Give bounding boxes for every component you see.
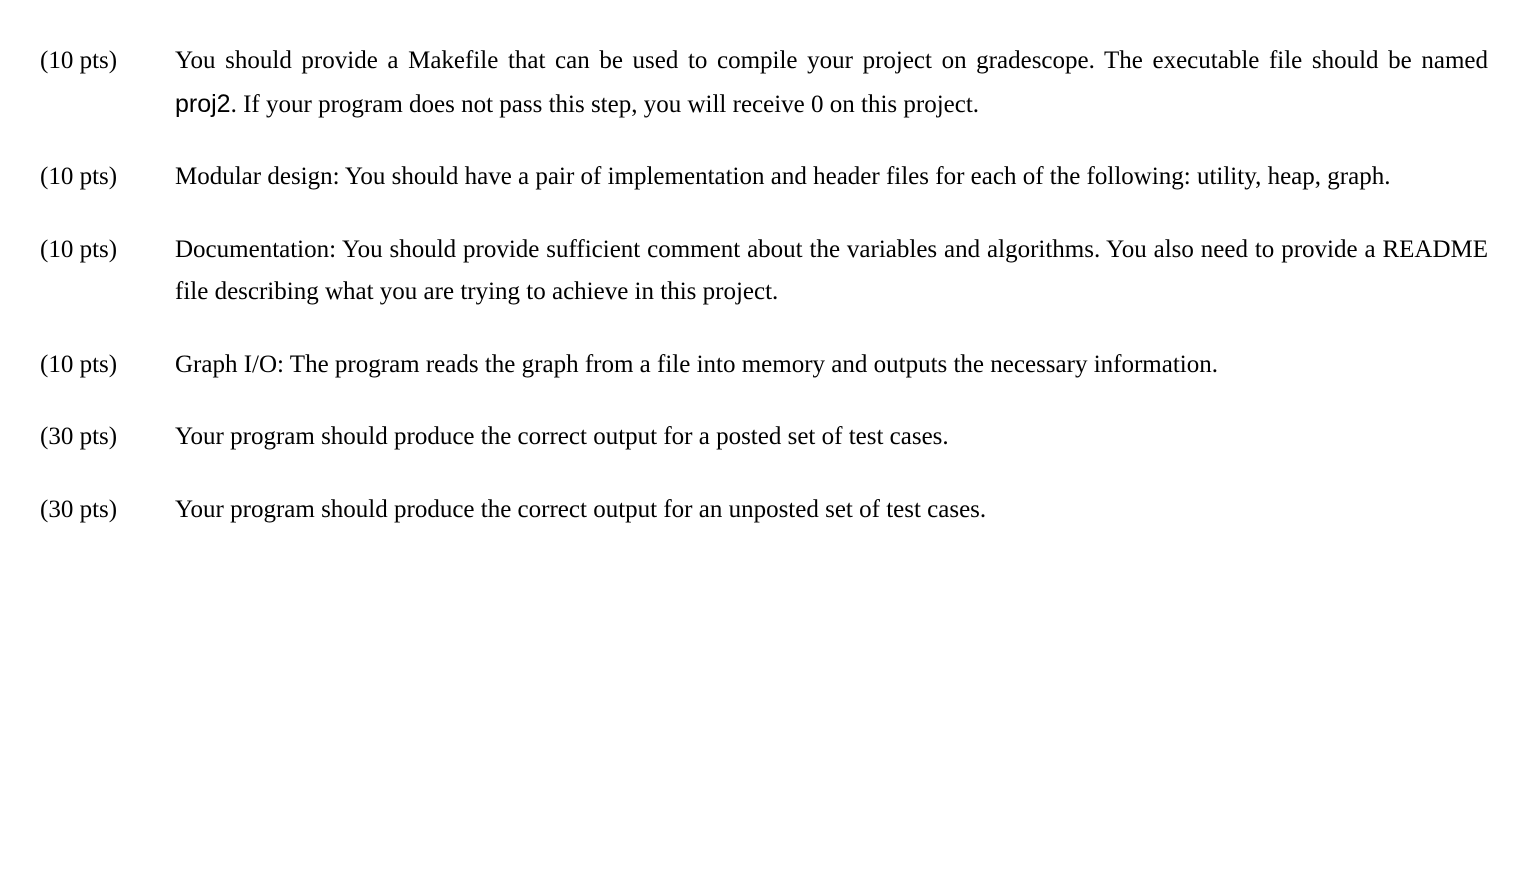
item-description: Modular design: You should have a pair o… [175,156,1488,199]
points-label: (10 pts) [40,344,175,387]
text-before: Your program should produce the correct … [175,423,949,450]
points-label: (10 pts) [40,229,175,314]
item-description: Your program should produce the correct … [175,489,1488,532]
rubric-item: (10 pts) Modular design: You should have… [40,156,1488,199]
points-label: (10 pts) [40,40,175,126]
rubric-item: (10 pts) Graph I/O: The program reads th… [40,344,1488,387]
code-text: proj2 [175,90,231,118]
item-description: You should provide a Makefile that can b… [175,40,1488,126]
rubric-list: (10 pts) You should provide a Makefile t… [40,40,1488,531]
points-label: (30 pts) [40,416,175,459]
text-before: Graph I/O: The program reads the graph f… [175,351,1218,378]
text-before: You should provide a Makefile that can b… [175,47,1488,74]
rubric-item: (10 pts) You should provide a Makefile t… [40,40,1488,126]
rubric-item: (30 pts) Your program should produce the… [40,489,1488,532]
item-description: Your program should produce the correct … [175,416,1488,459]
text-before: Modular design: You should have a pair o… [175,163,1390,190]
rubric-item: (30 pts) Your program should produce the… [40,416,1488,459]
text-before: Documentation: You should provide suffic… [175,236,1488,306]
item-description: Graph I/O: The program reads the graph f… [175,344,1488,387]
rubric-item: (10 pts) Documentation: You should provi… [40,229,1488,314]
text-before: Your program should produce the correct … [175,496,986,523]
item-description: Documentation: You should provide suffic… [175,229,1488,314]
points-label: (10 pts) [40,156,175,199]
text-after: . If your program does not pass this ste… [231,91,979,118]
points-label: (30 pts) [40,489,175,532]
